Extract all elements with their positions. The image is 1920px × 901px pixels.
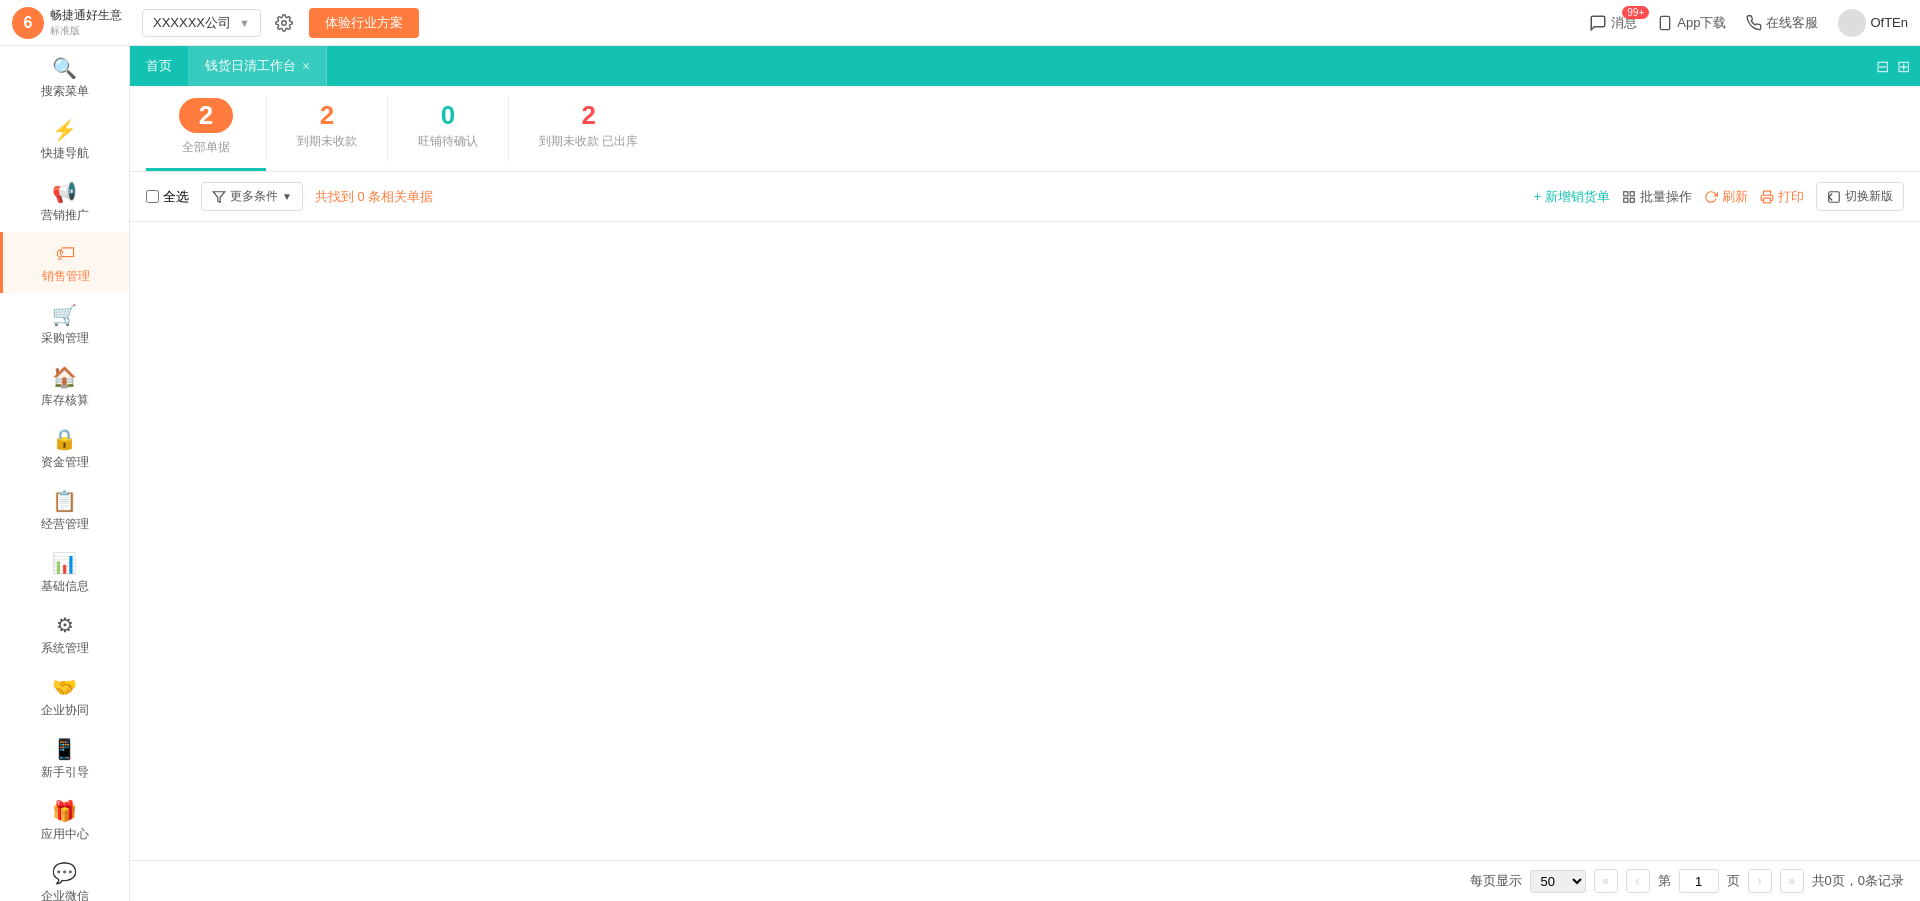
settings-button[interactable] <box>269 8 299 38</box>
toolbar-right: + 新增销货单 批量操作 刷新 打印 <box>1534 182 1904 211</box>
svg-rect-5 <box>1630 191 1634 195</box>
search-icon: 🔍 <box>52 56 77 80</box>
guide-icon: 📱 <box>52 737 77 761</box>
switch-new-version-button[interactable]: 切换新版 <box>1816 182 1904 211</box>
sidebar-search[interactable]: 🔍 搜索菜单 <box>0 46 129 108</box>
refresh-icon <box>1704 190 1718 204</box>
svg-rect-6 <box>1630 198 1634 202</box>
app-center-icon: 🎁 <box>52 799 77 823</box>
stat-all[interactable]: 2 全部单据 <box>146 86 266 171</box>
tab-close-button[interactable]: × <box>302 58 310 74</box>
tab-actions: ⊟ ⊞ <box>1866 46 1920 86</box>
basic-icon: 📊 <box>52 551 77 575</box>
trial-button[interactable]: 体验行业方案 <box>309 8 419 38</box>
print-icon <box>1760 190 1774 204</box>
online-service-button[interactable]: 在线客服 <box>1746 14 1818 32</box>
logo-text: 畅捷通好生意 标准版 <box>50 8 122 37</box>
chevron-down-icon: ▼ <box>239 17 250 29</box>
tab-home[interactable]: 首页 <box>130 46 189 86</box>
page-number-input[interactable] <box>1679 869 1719 893</box>
sidebar-item-enterprise[interactable]: 🤝 企业协同 <box>0 665 129 727</box>
total-records-label: 共0页，0条记录 <box>1812 872 1904 890</box>
toolbar: 全选 更多条件 ▼ 共找到 0 条相关单据 + 新增销货单 <box>130 172 1920 222</box>
sidebar: 🔍 搜索菜单 ⚡ 快捷导航 📢 营销推广 🏷 销售管理 🛒 采购管理 🏠 库存核… <box>0 46 130 901</box>
per-page-select[interactable]: 50 100 200 <box>1530 870 1586 893</box>
sidebar-item-basic[interactable]: 📊 基础信息 <box>0 541 129 603</box>
avatar <box>1838 9 1866 37</box>
batch-operation-button[interactable]: 批量操作 <box>1622 188 1692 206</box>
company-selector[interactable]: XXXXXX公司 ▼ <box>142 9 261 37</box>
purchase-icon: 🛒 <box>52 303 77 327</box>
stats-row: 2 全部单据 2 到期未收款 0 旺铺待确认 2 到期未收款 已出库 <box>130 86 1920 172</box>
sales-icon: 🏷 <box>56 242 76 265</box>
select-all-checkbox[interactable]: 全选 <box>146 188 189 206</box>
filter-icon <box>212 190 226 204</box>
sidebar-item-inventory[interactable]: 🏠 库存核算 <box>0 355 129 417</box>
svg-rect-7 <box>1624 198 1628 202</box>
switch-icon <box>1827 190 1841 204</box>
enterprise-icon: 🤝 <box>52 675 77 699</box>
tab-workbench[interactable]: 钱货日清工作台 × <box>189 46 327 86</box>
funds-icon: 🔒 <box>52 427 77 451</box>
chevron-down-icon: ▼ <box>282 191 292 202</box>
per-page-label: 每页显示 <box>1470 872 1522 890</box>
system-icon: ⚙ <box>56 613 74 637</box>
page-footer: 每页显示 50 100 200 « ‹ 第 页 › » 共0页，0条记录 <box>130 860 1920 901</box>
batch-icon <box>1622 190 1636 204</box>
sidebar-item-system[interactable]: ⚙ 系统管理 <box>0 603 129 665</box>
more-filter-button[interactable]: 更多条件 ▼ <box>201 182 303 211</box>
print-button[interactable]: 打印 <box>1760 188 1804 206</box>
last-page-button[interactable]: » <box>1780 869 1804 893</box>
svg-marker-3 <box>213 191 225 202</box>
avatar-area[interactable]: OfTEn <box>1838 9 1908 37</box>
operation-icon: 📋 <box>52 489 77 513</box>
sidebar-item-quick-nav[interactable]: ⚡ 快捷导航 <box>0 108 129 170</box>
main-layout: 🔍 搜索菜单 ⚡ 快捷导航 📢 营销推广 🏷 销售管理 🛒 采购管理 🏠 库存核… <box>0 46 1920 901</box>
sidebar-item-guide[interactable]: 📱 新手引导 <box>0 727 129 789</box>
svg-rect-9 <box>1829 191 1840 202</box>
sidebar-item-funds[interactable]: 🔒 资金管理 <box>0 417 129 479</box>
sidebar-item-app-center[interactable]: 🎁 应用中心 <box>0 789 129 851</box>
sidebar-item-wechat[interactable]: 💬 企业微信 <box>0 851 129 901</box>
page-content: 2 全部单据 2 到期未收款 0 旺铺待确认 2 到期未收款 已出库 <box>130 86 1920 901</box>
svg-point-0 <box>282 20 287 25</box>
logo-icon: 6 <box>12 7 44 39</box>
svg-rect-4 <box>1624 191 1628 195</box>
page-label: 第 <box>1658 872 1671 890</box>
inventory-icon: 🏠 <box>52 365 77 389</box>
sidebar-item-operation[interactable]: 📋 经营管理 <box>0 479 129 541</box>
username-label: OfTEn <box>1870 15 1908 30</box>
select-all-input[interactable] <box>146 190 159 203</box>
svg-rect-8 <box>1764 198 1771 203</box>
tab-minimize-button[interactable]: ⊟ <box>1876 57 1889 76</box>
stat-overdue-out[interactable]: 2 到期未收款 已出库 <box>509 86 668 171</box>
wechat-icon: 💬 <box>52 861 77 885</box>
header-right: 消息 99+ App下载 在线客服 OfTEn <box>1589 9 1908 37</box>
prev-page-button[interactable]: ‹ <box>1626 869 1650 893</box>
app-download-button[interactable]: App下载 <box>1657 14 1726 32</box>
message-button[interactable]: 消息 99+ <box>1589 14 1637 32</box>
table-area <box>130 222 1920 860</box>
refresh-button[interactable]: 刷新 <box>1704 188 1748 206</box>
top-header: 6 畅捷通好生意 标准版 XXXXXX公司 ▼ 体验行业方案 消息 99+ Ap… <box>0 0 1920 46</box>
next-page-button[interactable]: › <box>1748 869 1772 893</box>
quick-nav-icon: ⚡ <box>52 118 77 142</box>
sidebar-item-purchase[interactable]: 🛒 采购管理 <box>0 293 129 355</box>
sidebar-item-sales[interactable]: 🏷 销售管理 <box>0 232 129 293</box>
message-badge: 99+ <box>1622 6 1649 19</box>
tab-maximize-button[interactable]: ⊞ <box>1897 57 1910 76</box>
add-sales-order-button[interactable]: + 新增销货单 <box>1534 188 1610 206</box>
svg-rect-1 <box>1661 16 1670 29</box>
stat-pending[interactable]: 0 旺铺待确认 <box>388 86 508 171</box>
page-label2: 页 <box>1727 872 1740 890</box>
found-count: 共找到 0 条相关单据 <box>315 188 433 206</box>
first-page-button[interactable]: « <box>1594 869 1618 893</box>
logo-area: 6 畅捷通好生意 标准版 <box>12 7 142 39</box>
content-area: 首页 钱货日清工作台 × ⊟ ⊞ 2 全部单据 <box>130 46 1920 901</box>
sidebar-item-marketing[interactable]: 📢 营销推广 <box>0 170 129 232</box>
stat-overdue[interactable]: 2 到期未收款 <box>267 86 387 171</box>
marketing-icon: 📢 <box>52 180 77 204</box>
tab-bar: 首页 钱货日清工作台 × ⊟ ⊞ <box>130 46 1920 86</box>
